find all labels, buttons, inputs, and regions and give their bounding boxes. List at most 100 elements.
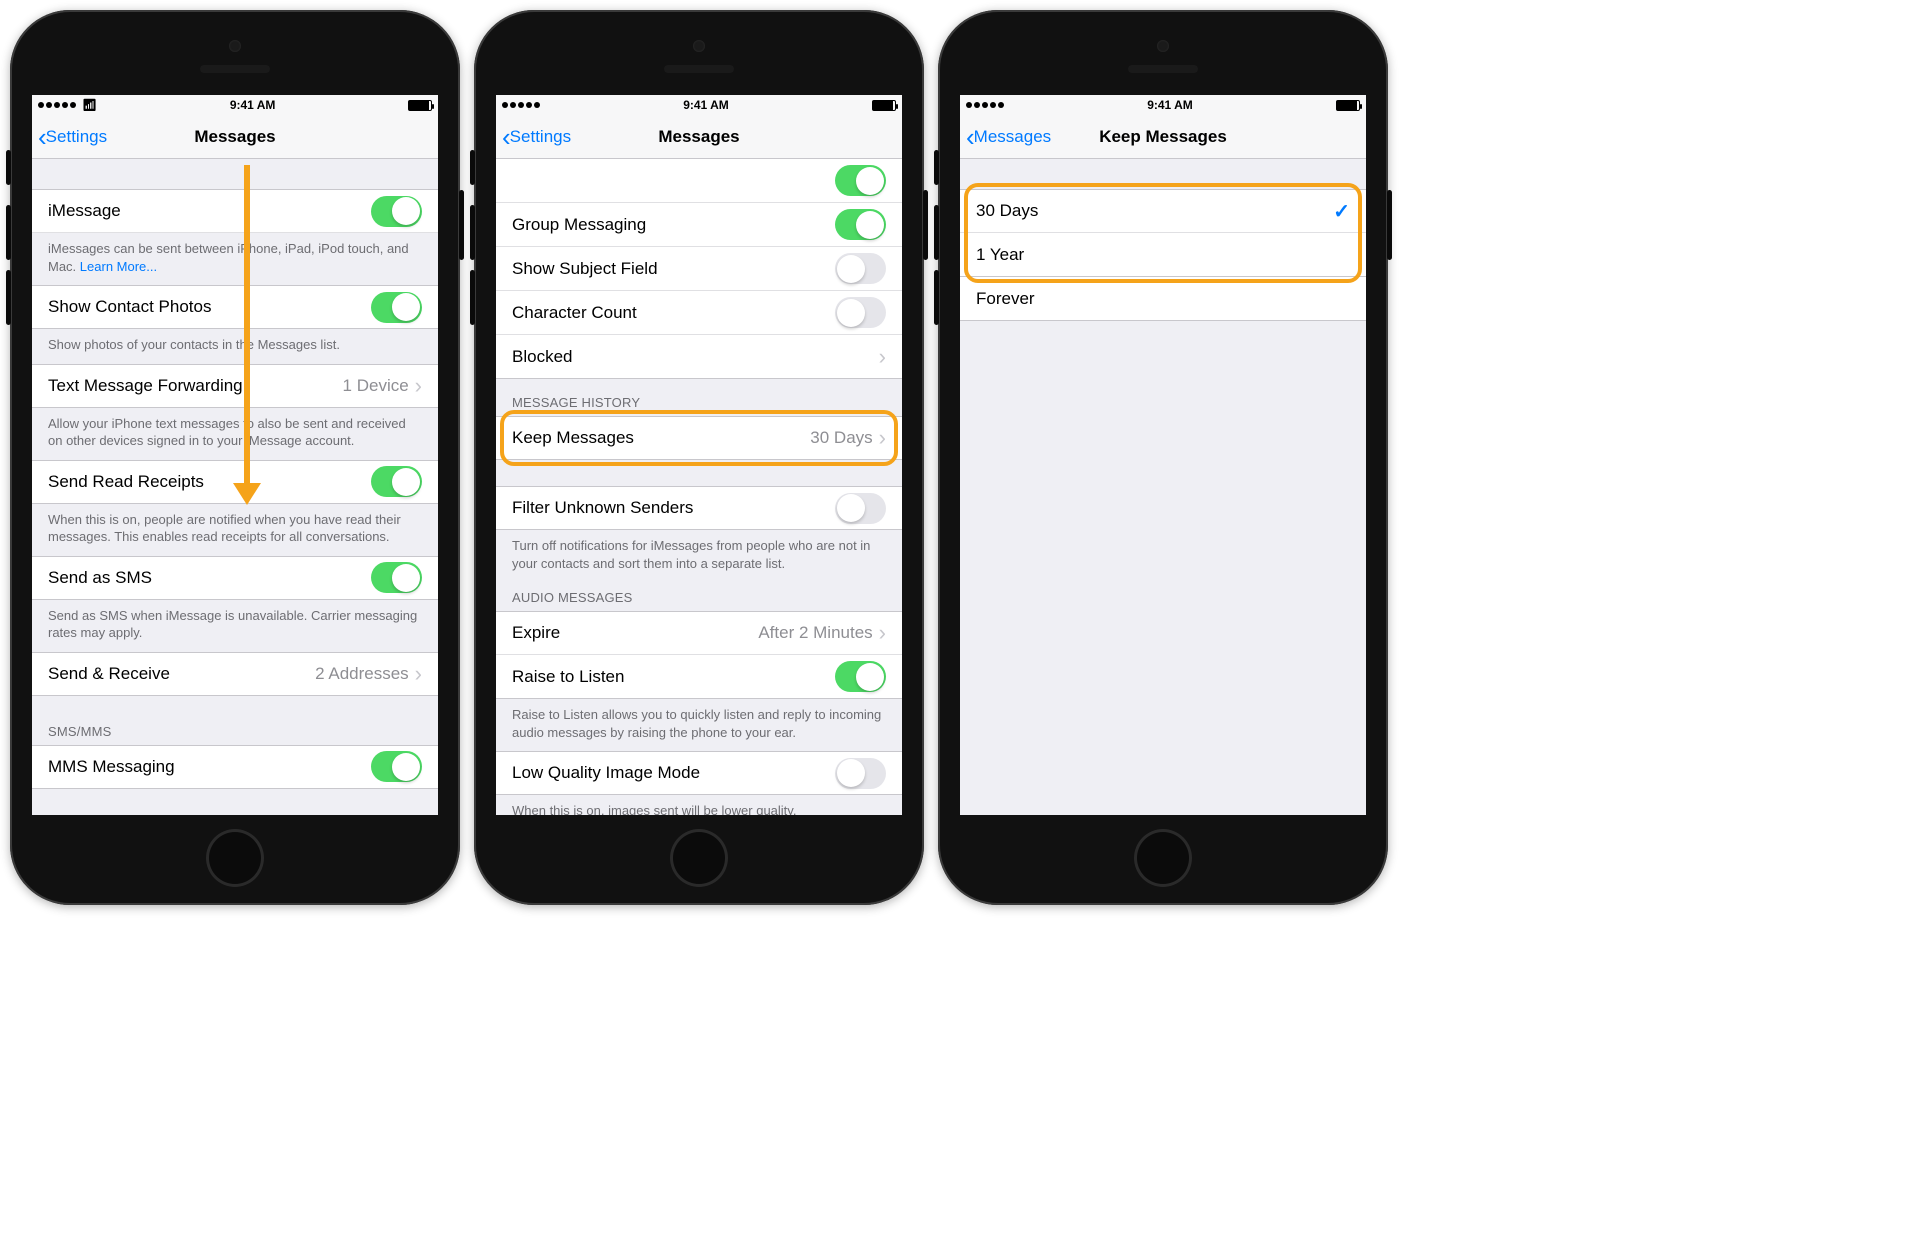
footer-contact-photos: Show photos of your contacts in the Mess…	[32, 329, 438, 364]
group-header-sms: SMS/MMS	[32, 696, 438, 745]
row-filter-unknown[interactable]: Filter Unknown Senders	[496, 486, 902, 530]
value: 30 Days	[810, 428, 872, 448]
row-read-receipts[interactable]: Send Read Receipts	[32, 460, 438, 504]
label: Expire	[512, 623, 758, 643]
status-bar: 9:41 AM	[496, 95, 902, 115]
toggle-mms[interactable]	[371, 751, 422, 782]
value: 2 Addresses	[315, 664, 409, 684]
iphone-frame-3: 9:41 AM ‹Messages Keep Messages 30 Days …	[938, 10, 1388, 905]
back-button[interactable]: ‹Settings	[38, 115, 107, 158]
label: Text Message Forwarding	[48, 376, 343, 396]
learn-more-link[interactable]: Learn More...	[80, 259, 157, 274]
label: iMessage	[48, 201, 371, 221]
signal-dots-icon	[502, 102, 540, 108]
footer-tmf: Allow your iPhone text messages to also …	[32, 408, 438, 460]
screen-2: 9:41 AM ‹Settings Messages Group Messagi…	[496, 95, 902, 815]
row-contact-photos[interactable]: Show Contact Photos	[32, 285, 438, 329]
chevron-right-icon: ›	[879, 620, 886, 646]
chevron-right-icon: ›	[879, 344, 886, 370]
footer-filter: Turn off notifications for iMessages fro…	[496, 530, 902, 582]
row-1-year[interactable]: 1 Year	[960, 233, 1366, 277]
battery-icon	[408, 100, 432, 111]
iphone-frame-2: 9:41 AM ‹Settings Messages Group Messagi…	[474, 10, 924, 905]
label: MMS Messaging	[48, 757, 371, 777]
row-subject-field[interactable]: Show Subject Field	[496, 247, 902, 291]
check-icon: ✓	[1333, 199, 1350, 224]
label: Group Messaging	[512, 215, 835, 235]
row-30-days[interactable]: 30 Days ✓	[960, 189, 1366, 233]
label: Send as SMS	[48, 568, 371, 588]
iphone-frame-1: 📶︎ 9:41 AM ‹Settings Messages iMessage i…	[10, 10, 460, 905]
status-time: 9:41 AM	[230, 98, 276, 112]
label: Forever	[976, 289, 1350, 309]
signal-dots-icon	[966, 102, 1004, 108]
navbar: ‹Settings Messages	[32, 115, 438, 159]
footer-send-sms: Send as SMS when iMessage is unavailable…	[32, 600, 438, 652]
toggle-send-sms[interactable]	[371, 562, 422, 593]
footer-lowq: When this is on, images sent will be low…	[496, 795, 902, 815]
back-label: Settings	[46, 127, 107, 147]
row-send-sms[interactable]: Send as SMS	[32, 556, 438, 600]
label: Character Count	[512, 303, 835, 323]
footer-raise: Raise to Listen allows you to quickly li…	[496, 699, 902, 751]
label: 30 Days	[976, 201, 1333, 221]
back-button[interactable]: ‹Settings	[502, 115, 571, 158]
status-time: 9:41 AM	[683, 98, 729, 112]
status-bar: 9:41 AM	[960, 95, 1366, 115]
row-forever[interactable]: Forever	[960, 277, 1366, 321]
back-label: Settings	[510, 127, 571, 147]
toggle-subject[interactable]	[835, 253, 886, 284]
screen-1: 📶︎ 9:41 AM ‹Settings Messages iMessage i…	[32, 95, 438, 815]
toggle-charcount[interactable]	[835, 297, 886, 328]
toggle-raise[interactable]	[835, 661, 886, 692]
home-button[interactable]	[670, 829, 728, 887]
row-expire[interactable]: Expire After 2 Minutes ›	[496, 611, 902, 655]
label: Show Contact Photos	[48, 297, 371, 317]
label: Send & Receive	[48, 664, 315, 684]
toggle-peek[interactable]	[835, 165, 886, 196]
toggle-filter[interactable]	[835, 493, 886, 524]
navbar: ‹Settings Messages	[496, 115, 902, 159]
status-time: 9:41 AM	[1147, 98, 1193, 112]
label: 1 Year	[976, 245, 1350, 265]
value: After 2 Minutes	[758, 623, 872, 643]
footer-imessage: iMessages can be sent between iPhone, iP…	[32, 233, 438, 285]
back-label: Messages	[974, 127, 1051, 147]
home-button[interactable]	[206, 829, 264, 887]
screen-3: 9:41 AM ‹Messages Keep Messages 30 Days …	[960, 95, 1366, 815]
toggle-lowq[interactable]	[835, 758, 886, 789]
label: Low Quality Image Mode	[512, 763, 835, 783]
row-character-count[interactable]: Character Count	[496, 291, 902, 335]
row-send-receive[interactable]: Send & Receive 2 Addresses ›	[32, 652, 438, 696]
row-peek[interactable]	[496, 159, 902, 203]
back-button[interactable]: ‹Messages	[966, 115, 1051, 158]
row-text-forwarding[interactable]: Text Message Forwarding 1 Device ›	[32, 364, 438, 408]
chevron-right-icon: ›	[415, 373, 422, 399]
group-header-history: MESSAGE HISTORY	[496, 379, 902, 416]
battery-icon	[872, 100, 896, 111]
navbar: ‹Messages Keep Messages	[960, 115, 1366, 159]
row-mms[interactable]: MMS Messaging	[32, 745, 438, 789]
toggle-group[interactable]	[835, 209, 886, 240]
label: Show Subject Field	[512, 259, 835, 279]
label: Send Read Receipts	[48, 472, 371, 492]
value: 1 Device	[343, 376, 409, 396]
label: Filter Unknown Senders	[512, 498, 835, 518]
group-header-audio: AUDIO MESSAGES	[496, 582, 902, 611]
chevron-right-icon: ›	[415, 661, 422, 687]
home-button[interactable]	[1134, 829, 1192, 887]
toggle-imessage[interactable]	[371, 196, 422, 227]
row-imessage[interactable]: iMessage	[32, 189, 438, 233]
label: Blocked	[512, 347, 879, 367]
row-keep-messages[interactable]: Keep Messages 30 Days ›	[496, 416, 902, 460]
row-blocked[interactable]: Blocked ›	[496, 335, 902, 379]
toggle-contact-photos[interactable]	[371, 292, 422, 323]
toggle-read-receipts[interactable]	[371, 466, 422, 497]
battery-icon	[1336, 100, 1360, 111]
chevron-right-icon: ›	[879, 425, 886, 451]
row-group-messaging[interactable]: Group Messaging	[496, 203, 902, 247]
row-low-quality[interactable]: Low Quality Image Mode	[496, 751, 902, 795]
signal-dots-icon: 📶︎	[38, 98, 97, 112]
label: Raise to Listen	[512, 667, 835, 687]
row-raise-to-listen[interactable]: Raise to Listen	[496, 655, 902, 699]
